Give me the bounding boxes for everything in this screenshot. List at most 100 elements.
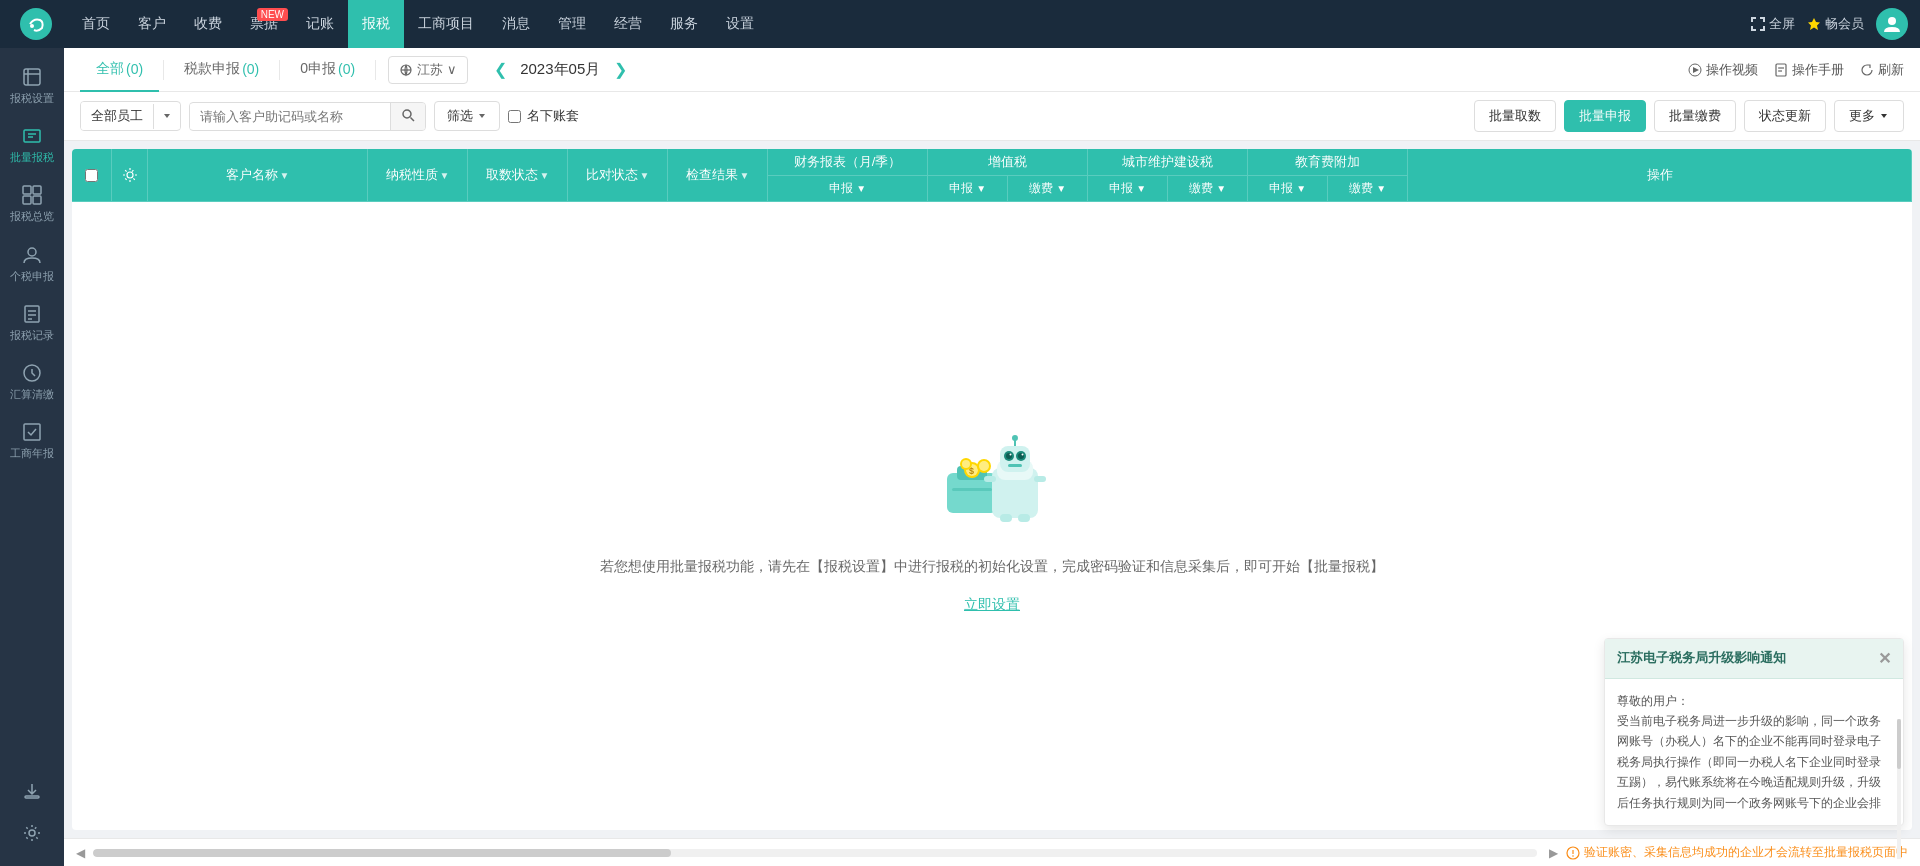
- batch-pay-btn[interactable]: 批量缴费: [1654, 100, 1736, 132]
- scroll-left-btn[interactable]: ◀: [76, 846, 85, 860]
- thead-top-row: 客户名称 ▼ 纳税性质 ▼ 取数状态 ▼ 比对状态 ▼: [72, 149, 1912, 202]
- scroll-right-btn[interactable]: ▶: [1549, 846, 1558, 860]
- gear-icon[interactable]: [122, 167, 138, 183]
- sidebar-item-annual-settlement[interactable]: 汇算清缴: [0, 352, 64, 411]
- batch-declare-btn[interactable]: 批量申报: [1564, 100, 1646, 132]
- config-icon: [21, 822, 43, 844]
- nav-account[interactable]: 记账: [292, 0, 348, 48]
- download-icon: [21, 780, 43, 802]
- nav-ticket[interactable]: 票据 NEW: [236, 0, 292, 48]
- top-nav: 首页 客户 收费 票据 NEW 记账 报税 工商项目 消息 管理 经营 服务 设…: [0, 0, 1920, 48]
- nav-home[interactable]: 首页: [68, 0, 124, 48]
- sidebar-item-tax-overview[interactable]: 报税总览: [0, 174, 64, 233]
- svg-rect-64: [1008, 464, 1022, 467]
- tax-records-icon: [21, 303, 43, 325]
- setup-link[interactable]: 立即设置: [964, 596, 1020, 614]
- select-all-label: 全部员工: [81, 102, 153, 130]
- th-fetch-status: 取数状态 ▼: [468, 149, 568, 201]
- notif-scroll-thumb: [1897, 719, 1901, 769]
- svg-point-60: [1010, 454, 1012, 456]
- operation-manual-btn[interactable]: 操作手册: [1774, 61, 1844, 79]
- th-vat-title: 增值税: [928, 149, 1087, 176]
- sidebar-item-tax-records[interactable]: 报税记录: [0, 293, 64, 352]
- sidebar-item-personal-tax[interactable]: 个税申报: [0, 234, 64, 293]
- tax-overview-icon: [21, 184, 43, 206]
- sidebar-download[interactable]: [0, 770, 64, 812]
- nav-tax[interactable]: 报税: [348, 0, 404, 48]
- search-input[interactable]: [190, 104, 390, 129]
- member-btn[interactable]: 畅会员: [1807, 15, 1864, 33]
- notification-close-btn[interactable]: ✕: [1878, 649, 1891, 668]
- tab-tax-declare[interactable]: 税款申报 (0): [168, 48, 275, 92]
- tax-type-sort-icon[interactable]: ▼: [440, 170, 450, 181]
- accounts-checkbox[interactable]: [508, 110, 521, 123]
- prev-month-btn[interactable]: ❮: [488, 58, 512, 82]
- scroll-track[interactable]: [93, 849, 1537, 857]
- notification-body: 尊敬的用户： 受当前电子税务局进一步升级的影响，同一个政务网账号（办税人）名下的…: [1605, 679, 1903, 825]
- tab-divider-2: [279, 60, 280, 80]
- avatar-icon: [1882, 14, 1902, 34]
- nav-message[interactable]: 消息: [488, 0, 544, 48]
- nav-fee[interactable]: 收费: [180, 0, 236, 48]
- fullscreen-btn[interactable]: 全屏: [1751, 15, 1795, 33]
- select-all-group: 全部员工: [80, 101, 181, 131]
- search-button[interactable]: [390, 103, 425, 130]
- select-all-checkbox[interactable]: [85, 169, 98, 182]
- th-gear-top: [112, 149, 148, 201]
- tab-divider-3: [375, 60, 376, 80]
- sidebar-item-annual-report[interactable]: 工商年报: [0, 411, 64, 470]
- personal-tax-icon: [21, 244, 43, 266]
- region-selector[interactable]: 江苏 ∨: [388, 56, 468, 84]
- logo[interactable]: [12, 0, 60, 48]
- nav-customer[interactable]: 客户: [124, 0, 180, 48]
- sidebar-item-tax-settings[interactable]: 报税设置: [0, 56, 64, 115]
- region-chevron-icon: ∨: [447, 62, 457, 77]
- tab-all[interactable]: 全部 (0): [80, 48, 159, 92]
- svg-point-71: [1572, 855, 1574, 857]
- svg-rect-65: [984, 476, 996, 482]
- nav-settings[interactable]: 设置: [712, 0, 768, 48]
- svg-marker-41: [1881, 114, 1887, 118]
- check-sort-icon[interactable]: ▼: [740, 170, 750, 181]
- svg-marker-40: [479, 114, 485, 118]
- th-vat-subs: 申报 ▼ 缴费 ▼: [928, 176, 1087, 201]
- svg-rect-21: [33, 196, 41, 204]
- svg-line-39: [411, 117, 415, 121]
- svg-point-11: [1888, 17, 1896, 25]
- nav-operation[interactable]: 经营: [600, 0, 656, 48]
- svg-rect-34: [1776, 64, 1786, 76]
- fetch-status-sort-icon[interactable]: ▼: [540, 170, 550, 181]
- svg-point-1: [30, 24, 34, 28]
- scroll-thumb: [93, 849, 671, 857]
- nav-service[interactable]: 服务: [656, 0, 712, 48]
- name-sort-icon[interactable]: ▼: [280, 170, 290, 181]
- batch-fetch-btn[interactable]: 批量取数: [1474, 100, 1556, 132]
- bottom-warning: 验证账密、采集信息均成功的企业才会流转至批量报税页面中: [1566, 844, 1908, 861]
- th-compare-status: 比对状态 ▼: [568, 149, 668, 201]
- tab-zero-declare[interactable]: 0申报 (0): [284, 48, 371, 92]
- next-month-btn[interactable]: ❯: [608, 58, 632, 82]
- compare-sort-icon[interactable]: ▼: [640, 170, 650, 181]
- select-all-dropdown[interactable]: [153, 104, 180, 129]
- filter-button[interactable]: 筛选: [434, 101, 500, 131]
- status-update-btn[interactable]: 状态更新: [1744, 100, 1826, 132]
- user-avatar[interactable]: [1876, 8, 1908, 40]
- bottom-bar: ◀ ▶ 验证账密、采集信息均成功的企业才会流转至批量报税页面中: [64, 838, 1920, 866]
- svg-marker-10: [1808, 18, 1820, 30]
- svg-rect-7: [1751, 26, 1753, 31]
- member-icon: [1807, 17, 1821, 31]
- toolbar-right: 批量取数 批量申报 批量缴费 状态更新 更多: [1474, 100, 1904, 132]
- checkbox-label[interactable]: 名下账套: [508, 107, 579, 125]
- nav-business[interactable]: 工商项目: [404, 0, 488, 48]
- svg-rect-68: [1018, 514, 1030, 522]
- manual-icon: [1774, 63, 1788, 77]
- sidebar-config[interactable]: [0, 812, 64, 854]
- operation-video-btn[interactable]: 操作视频: [1688, 61, 1758, 79]
- notif-scroll-track[interactable]: [1897, 719, 1901, 859]
- nav-manage[interactable]: 管理: [544, 0, 600, 48]
- sidebar-item-batch-tax[interactable]: 批量报税: [0, 115, 64, 174]
- more-btn[interactable]: 更多: [1834, 100, 1904, 132]
- refresh-btn[interactable]: 刷新: [1860, 61, 1904, 79]
- svg-point-61: [1022, 454, 1024, 456]
- th-edu-declare: 申报 ▼: [1248, 176, 1328, 201]
